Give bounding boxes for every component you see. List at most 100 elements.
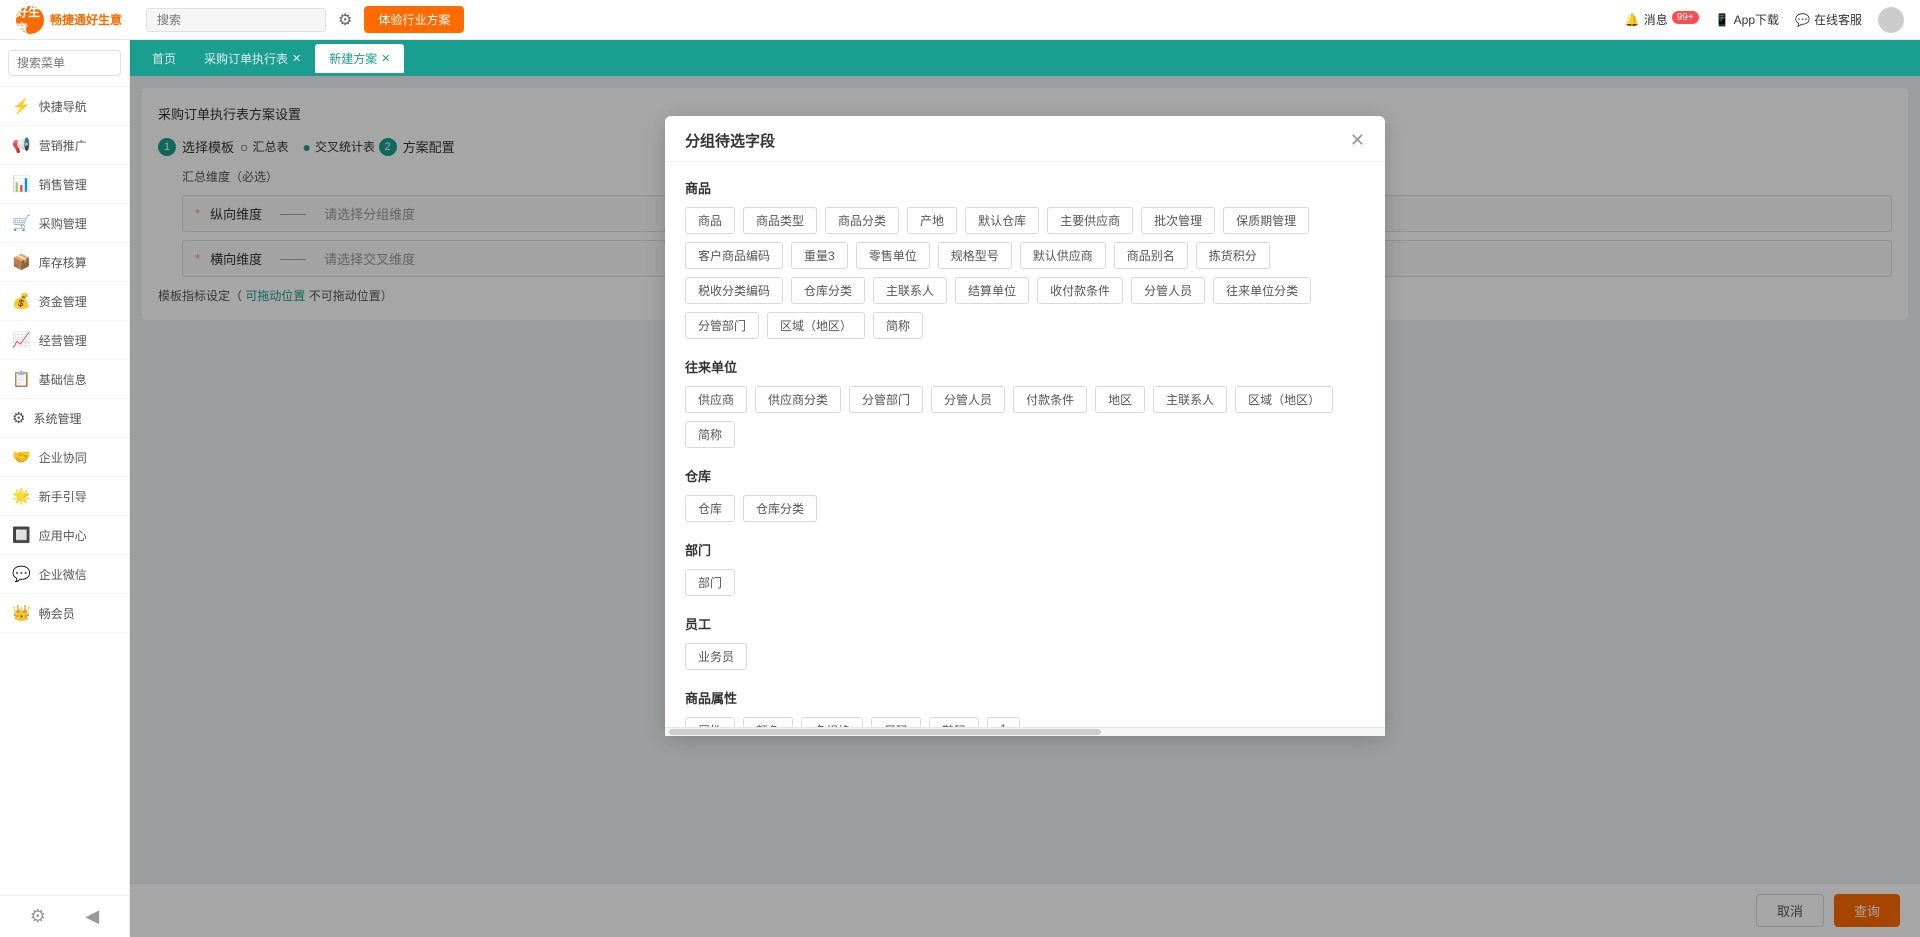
field-tag[interactable]: 业务员 bbox=[685, 643, 747, 670]
sidebar-icon: 🛒 bbox=[12, 214, 31, 232]
field-tag[interactable]: 地区 bbox=[1095, 386, 1145, 413]
field-tags: 部门 bbox=[685, 569, 1365, 596]
message-item[interactable]: 🔔 消息 99+ bbox=[1625, 11, 1699, 28]
sidebar-item-企业协同[interactable]: 🤝企业协同 bbox=[0, 438, 129, 477]
field-tag[interactable]: 收付款条件 bbox=[1037, 277, 1123, 304]
field-section-员工: 员工业务员 bbox=[685, 614, 1365, 670]
field-tag[interactable]: 多规格 bbox=[801, 717, 863, 727]
field-section-往来单位: 往来单位供应商供应商分类分管部门分管人员付款条件地区主联系人区域（地区） 简称 bbox=[685, 357, 1365, 448]
field-tag[interactable]: 默认仓库 bbox=[965, 207, 1039, 234]
field-tag[interactable]: 仓库分类 bbox=[743, 495, 817, 522]
field-tag[interactable]: 产地 bbox=[907, 207, 957, 234]
field-tag[interactable]: 往来单位分类 bbox=[1213, 277, 1311, 304]
avatar[interactable] bbox=[1878, 7, 1904, 33]
field-tag[interactable]: 仓库 bbox=[685, 495, 735, 522]
sidebar-item-应用中心[interactable]: 🔲 应用中心 bbox=[0, 516, 129, 555]
field-tag[interactable]: 规格型号 bbox=[938, 242, 1012, 269]
sidebar-item-企业微信[interactable]: 💬企业微信 bbox=[0, 555, 129, 594]
field-tag[interactable]: 分管部门 bbox=[849, 386, 923, 413]
field-tag[interactable]: 默认供应商 bbox=[1020, 242, 1106, 269]
sidebar-item-畅会员[interactable]: 👑畅会员 bbox=[0, 594, 129, 633]
field-tag[interactable]: 商品类型 bbox=[743, 207, 817, 234]
sidebar-icon: 💬 bbox=[12, 565, 31, 583]
sidebar-icon: 💰 bbox=[12, 292, 31, 310]
tab-label: 首页 bbox=[152, 50, 176, 67]
header-search-input[interactable] bbox=[146, 8, 326, 32]
field-tag[interactable]: 仓库分类 bbox=[791, 277, 865, 304]
settings-icon[interactable]: ⚙ bbox=[30, 906, 46, 927]
modal-title: 分组待选字段 bbox=[685, 130, 775, 151]
tab-label: 新建方案 bbox=[329, 50, 377, 67]
modal-header: 分组待选字段 ✕ bbox=[665, 116, 1385, 162]
field-tag[interactable]: 商品别名 bbox=[1114, 242, 1188, 269]
field-tag[interactable]: 税收分类编码 bbox=[685, 277, 783, 304]
field-tag[interactable]: 分管人员 bbox=[931, 386, 1005, 413]
field-tag[interactable]: 区域（地区） bbox=[767, 312, 865, 339]
sidebar-item-新手引导[interactable]: 🌟新手引导 bbox=[0, 477, 129, 516]
sidebar-item-库存核算[interactable]: 📦库存核算 bbox=[0, 243, 129, 282]
section-title: 往来单位 bbox=[685, 357, 1365, 376]
modal-scroll-track[interactable] bbox=[665, 727, 1385, 736]
field-tag[interactable]: 属性 bbox=[685, 717, 735, 727]
sidebar-item-采购管理[interactable]: 🛒采购管理 bbox=[0, 204, 129, 243]
modal-body[interactable]: 商品商品商品类型商品分类产地默认仓库主要供应商批次管理保质期管理客户商品编码重量… bbox=[665, 162, 1385, 727]
field-tag[interactable]: 供应商 bbox=[685, 386, 747, 413]
sidebar-item-营销推广[interactable]: 📢营销推广 bbox=[0, 126, 129, 165]
sidebar-search-input[interactable] bbox=[8, 50, 121, 76]
nav-tab-新建方案[interactable]: 新建方案 ✕ bbox=[315, 44, 404, 73]
sidebar-icon: 📊 bbox=[12, 175, 31, 193]
field-tag[interactable]: 供应商分类 bbox=[755, 386, 841, 413]
sidebar-item-销售管理[interactable]: 📊销售管理 bbox=[0, 165, 129, 204]
field-tag[interactable]: 鞋码 bbox=[929, 717, 979, 727]
field-tag[interactable]: 拣货积分 bbox=[1196, 242, 1270, 269]
collapse-icon[interactable]: ◀ bbox=[85, 906, 99, 927]
modal-close-button[interactable]: ✕ bbox=[1350, 130, 1365, 151]
section-title: 部门 bbox=[685, 540, 1365, 559]
field-tag[interactable]: 部门 bbox=[685, 569, 735, 596]
service-icon: 💬 bbox=[1795, 13, 1810, 27]
field-tag[interactable]: 付款条件 bbox=[1013, 386, 1087, 413]
tab-close-icon[interactable]: ✕ bbox=[381, 52, 390, 65]
sidebar-icon: 🔲 bbox=[12, 526, 31, 544]
message-label: 消息 bbox=[1644, 11, 1668, 28]
nav-tab-首页[interactable]: 首页 bbox=[138, 44, 190, 73]
field-tag[interactable]: 客户商品编码 bbox=[685, 242, 783, 269]
field-tag[interactable]: 颜色 bbox=[743, 717, 793, 727]
field-tag[interactable]: 批次管理 bbox=[1141, 207, 1215, 234]
sidebar-item-资金管理[interactable]: 💰资金管理 bbox=[0, 282, 129, 321]
online-service-item[interactable]: 💬 在线客服 bbox=[1795, 11, 1862, 28]
app-download-item[interactable]: 📱 App下载 bbox=[1715, 11, 1779, 28]
field-tag[interactable]: 重量3 bbox=[791, 242, 848, 269]
gear-icon[interactable]: ⚙ bbox=[338, 10, 352, 30]
nav-tab-采购订单执行表[interactable]: 采购订单执行表✕ bbox=[190, 44, 315, 73]
field-section-商品: 商品商品商品类型商品分类产地默认仓库主要供应商批次管理保质期管理客户商品编码重量… bbox=[685, 178, 1365, 339]
sidebar-item-经营管理[interactable]: 📈经营管理 bbox=[0, 321, 129, 360]
field-tag[interactable]: 简称 bbox=[685, 421, 735, 448]
sidebar-item-系统管理[interactable]: ⚙系统管理 bbox=[0, 399, 129, 438]
field-tag[interactable]: 区域（地区） bbox=[1235, 386, 1333, 413]
trial-button[interactable]: 体验行业方案 bbox=[364, 6, 464, 33]
field-tag[interactable]: 保质期管理 bbox=[1223, 207, 1309, 234]
field-tag[interactable]: 主联系人 bbox=[873, 277, 947, 304]
field-tag[interactable]: 零售单位 bbox=[856, 242, 930, 269]
field-tag[interactable]: 结算单位 bbox=[955, 277, 1029, 304]
field-tag[interactable]: 分管部门 bbox=[685, 312, 759, 339]
sidebar-item-label: 新手引导 bbox=[39, 488, 87, 505]
field-tag[interactable]: 主要供应商 bbox=[1047, 207, 1133, 234]
sidebar-item-label: 库存核算 bbox=[39, 254, 87, 271]
modal-backdrop: 分组待选字段 ✕ 商品商品商品类型商品分类产地默认仓库主要供应商批次管理保质期管… bbox=[130, 76, 1920, 937]
sidebar-item-label: 应用中心 bbox=[39, 527, 87, 544]
sidebar-icon: 📈 bbox=[12, 331, 31, 349]
sidebar-item-快捷导航[interactable]: ⚡快捷导航 bbox=[0, 87, 129, 126]
field-tag[interactable]: 主联系人 bbox=[1153, 386, 1227, 413]
field-tag[interactable]: 简称 bbox=[873, 312, 923, 339]
field-tag[interactable]: 商品分类 bbox=[825, 207, 899, 234]
tab-close-icon[interactable]: ✕ bbox=[292, 52, 301, 65]
sidebar-icon: ⚡ bbox=[12, 97, 31, 115]
field-tag[interactable]: 尺码 bbox=[871, 717, 921, 727]
field-tag[interactable]: 1 bbox=[987, 717, 1020, 727]
field-tag[interactable]: 商品 bbox=[685, 207, 735, 234]
field-tag[interactable]: 分管人员 bbox=[1131, 277, 1205, 304]
field-tags: 属性颜色多规格尺码鞋码 1 bbox=[685, 717, 1365, 727]
sidebar-item-基础信息[interactable]: 📋基础信息 bbox=[0, 360, 129, 399]
